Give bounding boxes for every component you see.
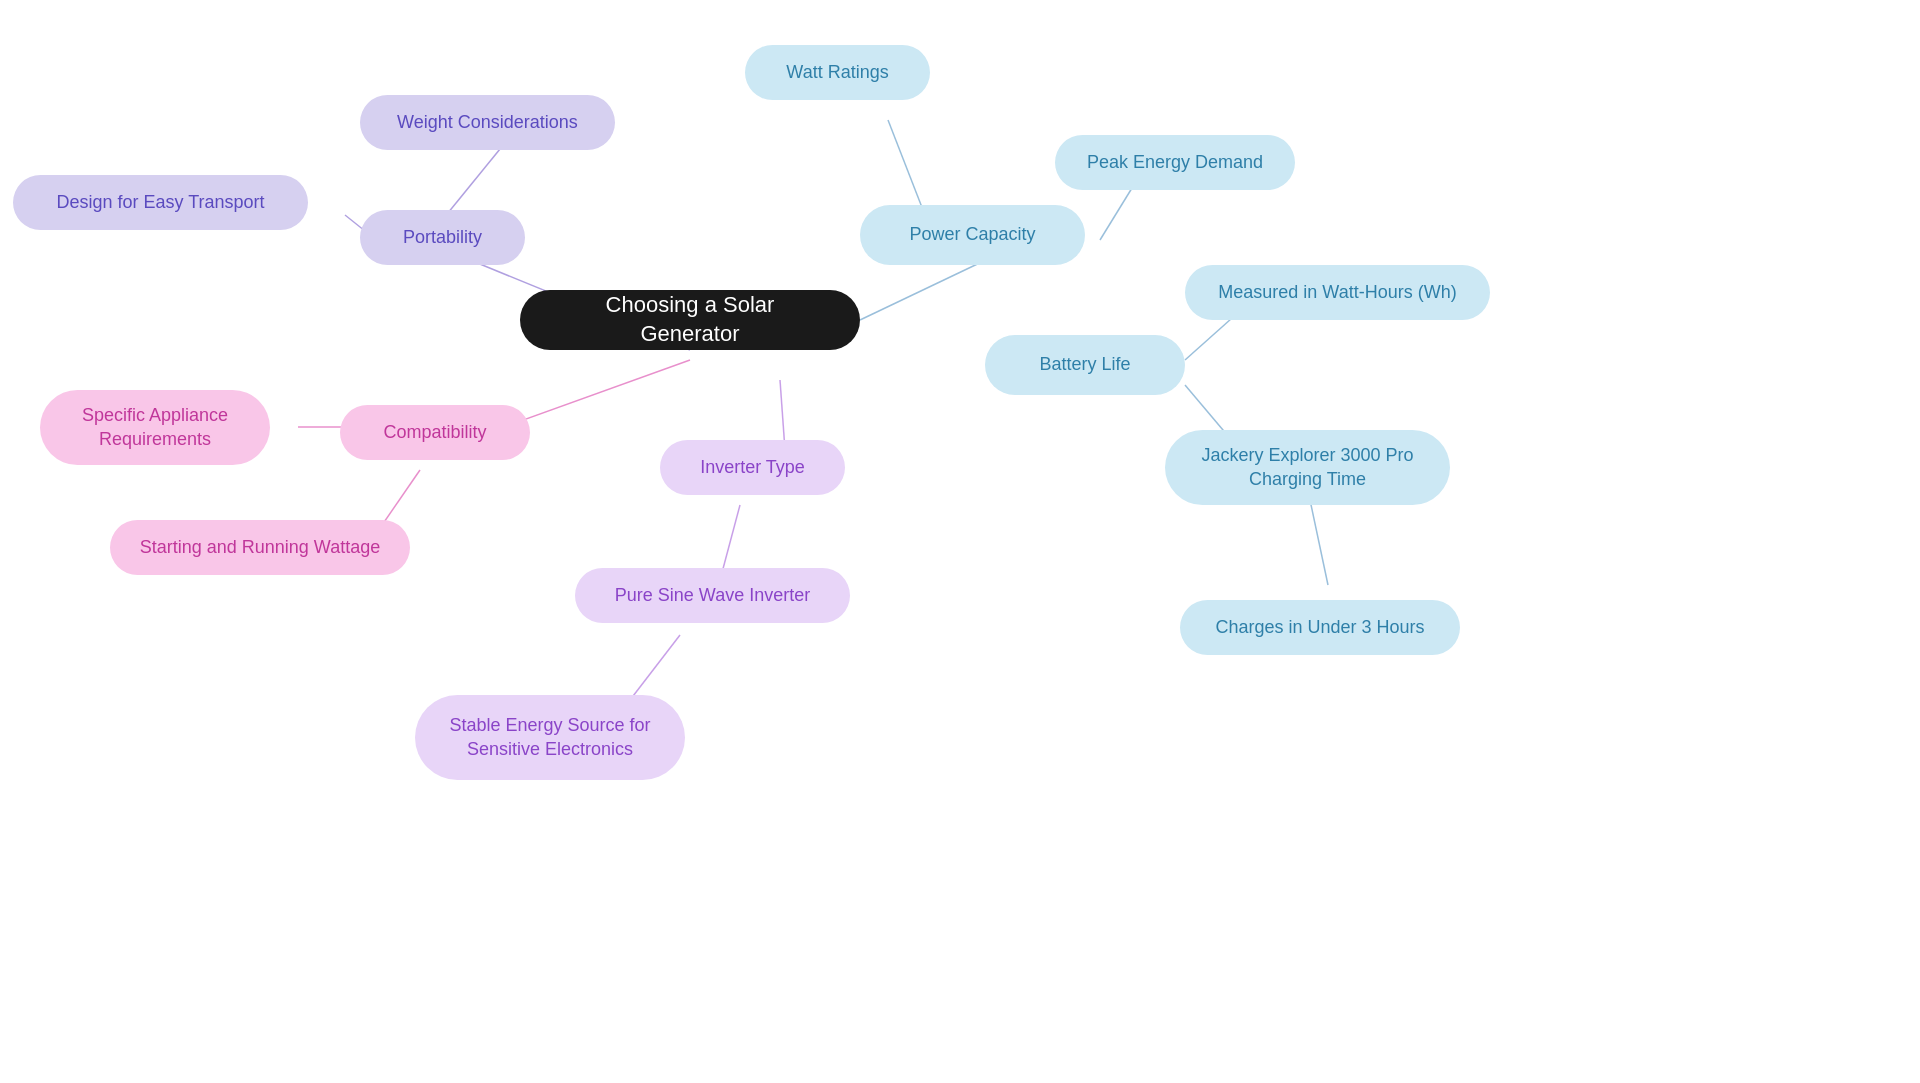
svg-line-6 [860, 258, 990, 320]
stable-energy-node: Stable Energy Source for Sensitive Elect… [415, 695, 685, 780]
specific-appliance-node: Specific Appliance Requirements [40, 390, 270, 465]
compatibility-node: Compatibility [340, 405, 530, 460]
power-capacity-node: Power Capacity [860, 205, 1085, 265]
center-node: Choosing a Solar Generator [520, 290, 860, 350]
jackery-explorer-node: Jackery Explorer 3000 Pro Charging Time [1165, 430, 1450, 505]
battery-life-node: Battery Life [985, 335, 1185, 395]
inverter-type-node: Inverter Type [660, 440, 845, 495]
measured-watt-hours-node: Measured in Watt-Hours (Wh) [1185, 265, 1490, 320]
svg-line-12 [1310, 500, 1328, 585]
peak-energy-demand-node: Peak Energy Demand [1055, 135, 1295, 190]
design-easy-transport-node: Design for Easy Transport [13, 175, 308, 230]
pure-sine-wave-node: Pure Sine Wave Inverter [575, 568, 850, 623]
portability-node: Portability [360, 210, 525, 265]
svg-line-15 [630, 635, 680, 700]
weight-considerations-node: Weight Considerations [360, 95, 615, 150]
charges-under-3-node: Charges in Under 3 Hours [1180, 600, 1460, 655]
watt-ratings-node: Watt Ratings [745, 45, 930, 100]
starting-running-wattage-node: Starting and Running Wattage [110, 520, 410, 575]
